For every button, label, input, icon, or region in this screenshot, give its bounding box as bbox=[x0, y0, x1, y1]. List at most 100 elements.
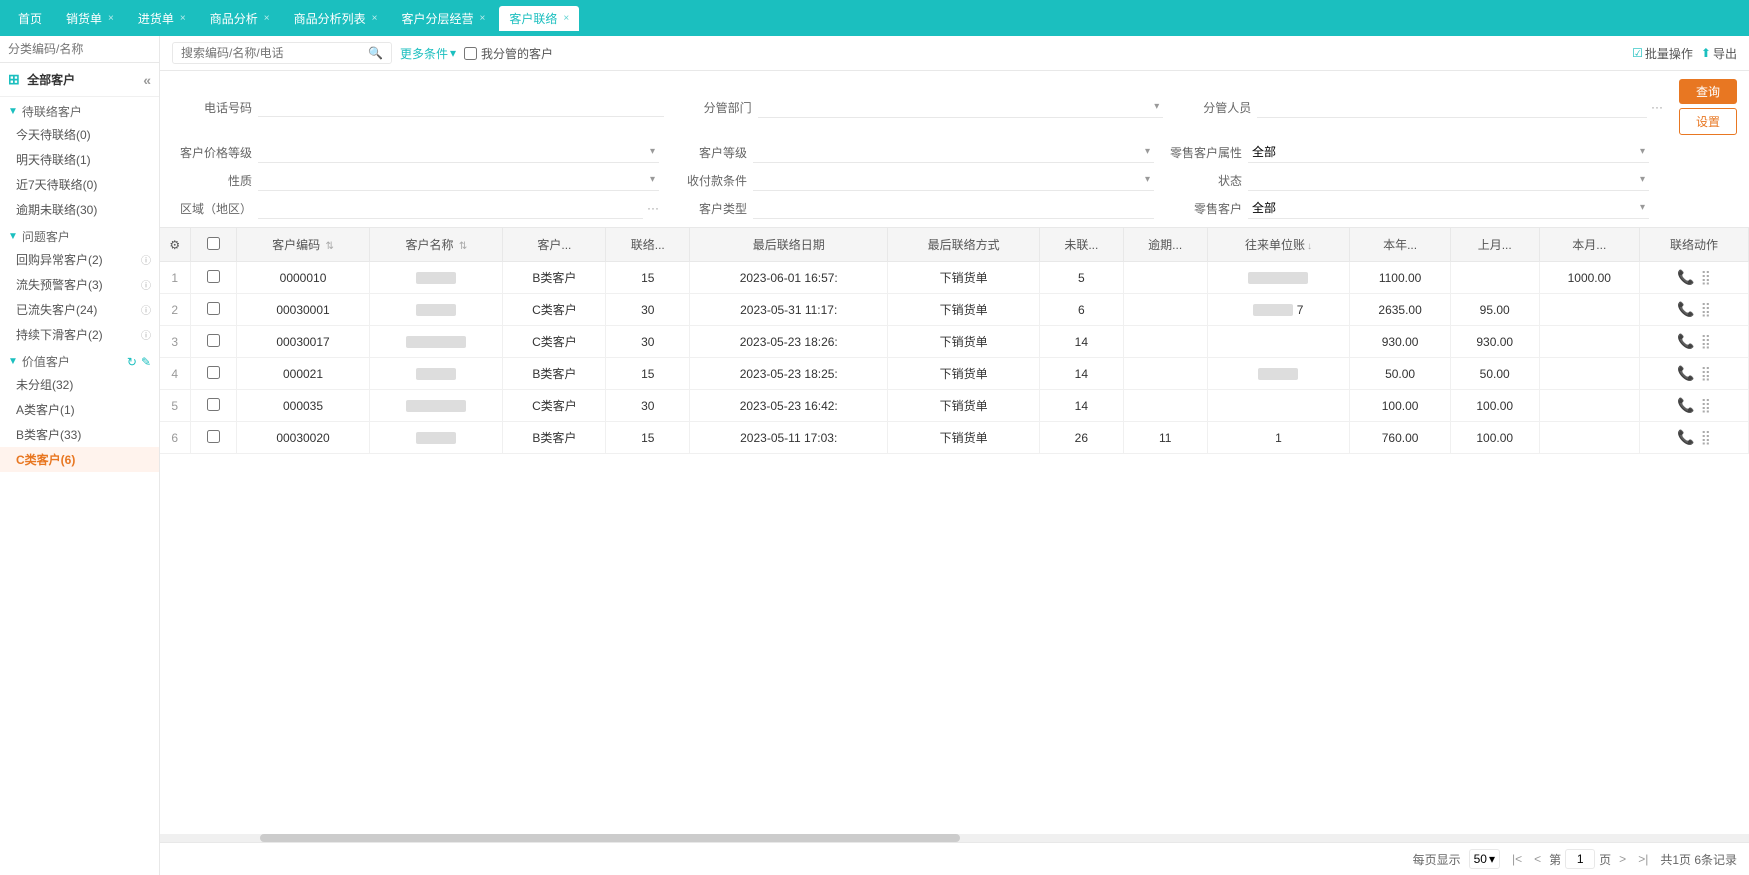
info-icon-2[interactable]: ⓘ bbox=[141, 277, 151, 292]
close-purchase-order-icon[interactable]: × bbox=[180, 13, 186, 24]
page-number-input[interactable] bbox=[1565, 849, 1595, 869]
batch-op-button[interactable]: ☑ 批量操作 bbox=[1632, 45, 1693, 62]
filter-status-select[interactable]: ▾ bbox=[1248, 169, 1649, 191]
row-contact-4: 15 bbox=[606, 358, 690, 390]
row-contact-2: 30 bbox=[606, 294, 690, 326]
info-icon-4[interactable]: ⓘ bbox=[141, 327, 151, 342]
filter-dept-select[interactable]: ▾ bbox=[758, 96, 1164, 118]
filter-price-level-select[interactable]: ▾ bbox=[258, 141, 659, 163]
nav-sales-order[interactable]: 销货单 × bbox=[56, 6, 124, 31]
sidebar-item-overdue-pending[interactable]: 逾期未联络(30) bbox=[0, 197, 159, 222]
filter-manager-dots[interactable]: ··· bbox=[1651, 100, 1663, 114]
more-action-icon-5[interactable]: ⣿ bbox=[1701, 397, 1711, 414]
sidebar-item-tomorrow-pending[interactable]: 明天待联络(1) bbox=[0, 147, 159, 172]
sidebar-item-repurchase-anomaly[interactable]: 回购异常客户(2) ⓘ bbox=[0, 247, 159, 272]
next-page-button[interactable]: > bbox=[1615, 850, 1630, 868]
contact-action-icon-2[interactable]: 📞 bbox=[1677, 301, 1694, 318]
nav-customer-contact[interactable]: 客户联络 × bbox=[499, 6, 579, 31]
filter-retail-attr-select[interactable]: 全部 ▾ bbox=[1248, 141, 1649, 163]
filter-customer-type-select[interactable] bbox=[753, 197, 1154, 219]
sidebar-item-today-pending[interactable]: 今天待联络(0) bbox=[0, 122, 159, 147]
nav-customer-layered[interactable]: 客户分层经营 × bbox=[391, 6, 495, 31]
filter-manager: 分管人员 ··· bbox=[1171, 96, 1663, 118]
sidebar-item-churned[interactable]: 已流失客户(24) ⓘ bbox=[0, 297, 159, 322]
sidebar-item-week-pending[interactable]: 近7天待联络(0) bbox=[0, 172, 159, 197]
row-last-month-2: 95.00 bbox=[1450, 294, 1539, 326]
info-icon-3[interactable]: ⓘ bbox=[141, 302, 151, 317]
main-search-icon[interactable]: 🔍 bbox=[368, 46, 383, 60]
sidebar-item-ungrouped[interactable]: 未分组(32) bbox=[0, 372, 159, 397]
info-icon-1[interactable]: ⓘ bbox=[141, 252, 151, 267]
sidebar-item-a-class[interactable]: A类客户(1) bbox=[0, 397, 159, 422]
contact-action-icon-1[interactable]: 📞 bbox=[1677, 269, 1694, 286]
refresh-value-icon[interactable]: ↻ bbox=[127, 355, 137, 369]
filter-manager-select[interactable] bbox=[1257, 96, 1647, 118]
nav-product-analysis-list[interactable]: 商品分析列表 × bbox=[284, 6, 388, 31]
filter-nature-select[interactable]: ▾ bbox=[258, 169, 659, 191]
row-name-3 bbox=[370, 326, 503, 358]
nav-product-analysis[interactable]: 商品分析 × bbox=[200, 6, 280, 31]
sidebar-item-declining[interactable]: 持续下滑客户(2) ⓘ bbox=[0, 322, 159, 347]
main-search-input[interactable] bbox=[181, 46, 364, 60]
table-body: 1 0000010 B类客户 15 2023-06-01 16:57: 下销货单… bbox=[160, 262, 1749, 454]
th-gear[interactable]: ⚙ bbox=[160, 228, 190, 262]
sidebar-item-churn-warning[interactable]: 流失预警客户(3) ⓘ bbox=[0, 272, 159, 297]
filter-customer-level-select[interactable]: ▾ bbox=[753, 141, 1154, 163]
contact-action-icon-3[interactable]: 📞 bbox=[1677, 333, 1694, 350]
my-customers-checkbox[interactable] bbox=[464, 47, 477, 60]
select-all-checkbox[interactable] bbox=[207, 237, 220, 250]
edit-value-icon[interactable]: ✎ bbox=[141, 355, 151, 369]
close-product-analysis-list-icon[interactable]: × bbox=[372, 13, 378, 24]
th-last-month: 上月... bbox=[1450, 228, 1539, 262]
more-conditions-button[interactable]: 更多条件 ▾ bbox=[400, 45, 456, 62]
sort-name-icon[interactable]: ⇅ bbox=[459, 241, 467, 252]
sidebar-item-b-class[interactable]: B类客户(33) bbox=[0, 422, 159, 447]
sort-unit-balance-icon[interactable]: ↓ bbox=[1307, 241, 1312, 252]
export-button[interactable]: ⬆ 导出 bbox=[1701, 45, 1737, 62]
contact-action-icon-5[interactable]: 📞 bbox=[1677, 397, 1694, 414]
close-product-analysis-icon[interactable]: × bbox=[264, 13, 270, 24]
sidebar-item-c-class[interactable]: C类客户(6) bbox=[0, 447, 159, 472]
more-action-icon-6[interactable]: ⣿ bbox=[1701, 429, 1711, 446]
first-page-button[interactable]: |< bbox=[1508, 850, 1526, 868]
row-num-6: 6 bbox=[160, 422, 190, 454]
more-action-icon-2[interactable]: ⣿ bbox=[1701, 301, 1711, 318]
contact-action-icon-4[interactable]: 📞 bbox=[1677, 365, 1694, 382]
row-action-6: 📞 ⣿ bbox=[1640, 422, 1749, 454]
filter-row-3: 性质 ▾ 收付款条件 ▾ 状态 bbox=[172, 169, 1737, 191]
collapse-sidebar-icon[interactable]: « bbox=[143, 72, 151, 88]
filter-retail-customer-select[interactable]: 全部 ▾ bbox=[1248, 197, 1649, 219]
sidebar-search-input[interactable] bbox=[8, 42, 160, 56]
query-button[interactable]: 查询 bbox=[1679, 79, 1737, 104]
filter-phone-input[interactable] bbox=[258, 98, 664, 117]
prev-page-button[interactable]: < bbox=[1530, 850, 1545, 868]
row-overdue-3 bbox=[1123, 326, 1207, 358]
close-customer-layered-icon[interactable]: × bbox=[479, 13, 485, 24]
close-sales-order-icon[interactable]: × bbox=[108, 13, 114, 24]
scrollbar-thumb[interactable] bbox=[260, 834, 960, 842]
nav-purchase-order[interactable]: 进货单 × bbox=[128, 6, 196, 31]
th-unlinked: 未联... bbox=[1039, 228, 1123, 262]
horizontal-scrollbar[interactable] bbox=[160, 834, 1749, 842]
row-this-month-1: 1000.00 bbox=[1539, 262, 1640, 294]
toolbar-right: ☑ 批量操作 ⬆ 导出 bbox=[1632, 45, 1737, 62]
sidebar-all-customers[interactable]: ⊞ 全部客户 « bbox=[0, 63, 159, 97]
more-action-icon-1[interactable]: ⣿ bbox=[1701, 269, 1711, 286]
contact-action-icon-6[interactable]: 📞 bbox=[1677, 429, 1694, 446]
more-action-icon-3[interactable]: ⣿ bbox=[1701, 333, 1711, 350]
last-page-button[interactable]: >| bbox=[1634, 850, 1652, 868]
th-code: 客户编码 ⇅ bbox=[236, 228, 369, 262]
th-name-label: 客户名称 bbox=[405, 238, 453, 252]
close-customer-contact-icon[interactable]: × bbox=[563, 13, 569, 24]
filter-region-dots[interactable]: ··· bbox=[647, 201, 659, 215]
row-checkbox-2 bbox=[190, 294, 236, 326]
chevron-status-icon: ▾ bbox=[1640, 174, 1645, 185]
set-button[interactable]: 设置 bbox=[1679, 108, 1737, 135]
filter-region-select[interactable] bbox=[258, 197, 643, 219]
page-size-select[interactable]: 50 ▾ bbox=[1469, 849, 1500, 869]
more-action-icon-4[interactable]: ⣿ bbox=[1701, 365, 1711, 382]
sort-code-icon[interactable]: ⇅ bbox=[326, 241, 334, 252]
filter-payment-select[interactable]: ▾ bbox=[753, 169, 1154, 191]
nav-home[interactable]: 首页 bbox=[8, 6, 52, 31]
filter-retail-attr-label: 零售客户属性 bbox=[1162, 144, 1242, 161]
